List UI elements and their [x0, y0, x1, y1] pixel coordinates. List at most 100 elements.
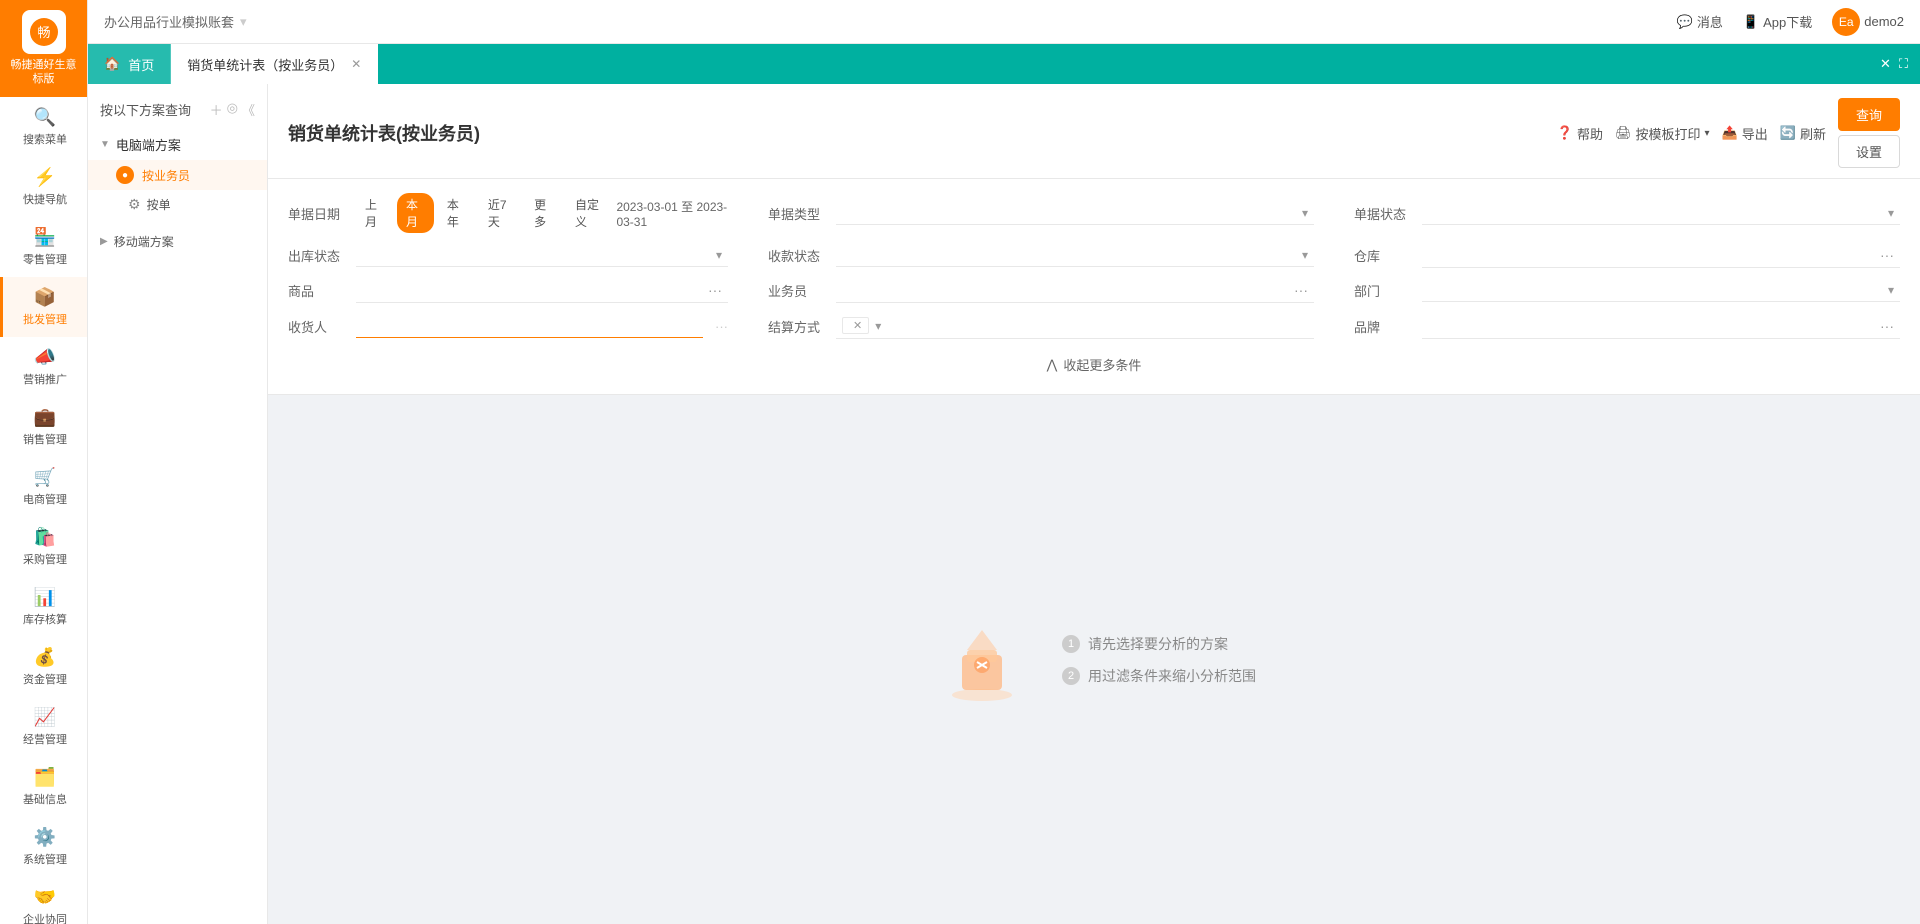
warehouse-select[interactable]: ···: [1422, 243, 1900, 268]
brand-select[interactable]: ···: [1422, 314, 1900, 339]
scheme-item-by-order[interactable]: ⚙ 按单: [88, 190, 267, 219]
desktop-scheme-group: ▼ 电脑端方案 ● 按业务员 ⚙ 按单: [88, 125, 267, 223]
logo-icon: 畅: [22, 10, 66, 54]
export-btn[interactable]: 📤 导出: [1722, 124, 1768, 143]
tab-fullscreen-icon[interactable]: ⛶: [1899, 56, 1908, 72]
outstatus-label: 出库状态: [288, 246, 348, 265]
tab-sales-stat[interactable]: 销货单统计表（按业务员） ✕: [171, 44, 378, 84]
retail-icon: 🏪: [34, 227, 56, 248]
date-btn-more[interactable]: 更多: [525, 193, 562, 233]
main-area: 办公用品行业模拟账套 ▾ 💬 消息 📱 App下载 Ea demo2 🏠 首页 …: [88, 0, 1920, 924]
filter-collectstatus-item: 收款状态 ▾: [768, 244, 1314, 267]
doctype-select[interactable]: ▾: [836, 202, 1314, 225]
brand-dots-icon: ···: [1880, 318, 1894, 334]
filter-goods-item: 商品 ···: [288, 278, 728, 303]
export-icon: 📤: [1722, 125, 1738, 141]
corp-icon: 🤝: [34, 887, 56, 908]
collapse-label: 收起更多条件: [1063, 355, 1141, 374]
collectstatus-label: 收款状态: [768, 246, 828, 265]
purchase-icon: 🛍️: [34, 527, 56, 548]
date-btn-7days[interactable]: 近7天: [479, 193, 521, 233]
sidebar-label-basic: 基础信息: [23, 791, 67, 807]
sidebar-item-operation[interactable]: 📈 经营管理: [0, 697, 87, 757]
collectstatus-select[interactable]: ▾: [836, 244, 1314, 267]
sidebar-item-wholesale[interactable]: 📦 批发管理: [0, 277, 87, 337]
sidebar-item-corp[interactable]: 🤝 企业协同: [0, 877, 87, 924]
breadcrumb-text: 办公用品行业模拟账套: [104, 12, 234, 31]
wholesale-icon: 📦: [34, 287, 56, 308]
close-tab-icon[interactable]: ✕: [351, 57, 361, 71]
goods-dots-icon: ···: [708, 282, 722, 298]
scheme-item-salesman[interactable]: ● 按业务员: [88, 160, 267, 190]
sidebar-label-corp: 企业协同: [23, 911, 67, 924]
logo-text: 畅捷通好生意 标版: [11, 58, 77, 87]
empty-tip-1: 1 请先选择要分析的方案: [1062, 634, 1256, 654]
tab-home[interactable]: 🏠 首页: [88, 44, 171, 84]
user-btn[interactable]: Ea demo2: [1832, 8, 1904, 36]
receiver-input[interactable]: [356, 314, 703, 338]
goods-label: 商品: [288, 281, 348, 300]
salesman-select[interactable]: ···: [836, 278, 1314, 303]
tip2-num: 2: [1062, 667, 1080, 685]
sidebar-label-ecommerce: 电商管理: [23, 491, 67, 507]
goods-select[interactable]: ···: [356, 278, 728, 303]
settle-tag-close[interactable]: ✕: [853, 319, 862, 332]
left-panel: 按以下方案查询 ＋ ◎ 《 ▼ 电脑端方案 ● 按业务员 ⚙ 按单: [88, 84, 268, 924]
sidebar-item-finance[interactable]: 💰 资金管理: [0, 637, 87, 697]
outstatus-chevron-icon: ▾: [716, 248, 722, 262]
marketing-icon: 📣: [34, 347, 56, 368]
tab-expand-area: ✕ ⛶: [1868, 44, 1920, 84]
date-range-text: 2023-03-01 至 2023-03-31: [616, 198, 728, 229]
mobile-scheme-title[interactable]: ▶ 移动端方案: [100, 227, 255, 256]
docstatus-select[interactable]: ▾: [1422, 202, 1900, 225]
doctype-chevron-icon: ▾: [1302, 206, 1308, 220]
sidebar-item-system[interactable]: ⚙️ 系统管理: [0, 817, 87, 877]
settle-chevron-icon: ▾: [875, 319, 881, 333]
breadcrumb: 办公用品行业模拟账套 ▾: [104, 12, 247, 31]
logo-area: 畅 畅捷通好生意 标版: [0, 0, 87, 97]
desktop-scheme-title[interactable]: ▼ 电脑端方案: [88, 129, 267, 160]
sidebar-item-purchase[interactable]: 🛍️ 采购管理: [0, 517, 87, 577]
filter-row-3: 商品 ··· 业务员 ···: [288, 278, 1900, 303]
collapse-arrow-icon: ⋀: [1047, 357, 1058, 373]
message-btn[interactable]: 💬 消息: [1677, 12, 1723, 31]
sidebar-item-marketing[interactable]: 📣 营销推广: [0, 337, 87, 397]
sidebar-item-search[interactable]: 🔍 搜索菜单: [0, 97, 87, 157]
empty-tips: 1 请先选择要分析的方案 2 用过滤条件来缩小分析范围: [1062, 634, 1256, 686]
settings-btn[interactable]: 设置: [1838, 135, 1900, 168]
docstatus-chevron-icon: ▾: [1888, 206, 1894, 220]
content: 按以下方案查询 ＋ ◎ 《 ▼ 电脑端方案 ● 按业务员 ⚙ 按单: [88, 84, 1920, 924]
sidebar-item-sales[interactable]: 💼 销售管理: [0, 397, 87, 457]
refresh-btn[interactable]: 🔄 刷新: [1780, 124, 1826, 143]
scheme-salesman-label: 按业务员: [142, 167, 190, 184]
query-btn[interactable]: 查询: [1838, 98, 1900, 131]
tab-close-all-icon[interactable]: ✕: [1880, 56, 1891, 72]
template-print-btn[interactable]: 🖨 按模板打印 ▾: [1615, 124, 1710, 143]
date-btn-thisyear[interactable]: 本年: [438, 193, 475, 233]
sidebar-item-shortcut[interactable]: ⚡ 快捷导航: [0, 157, 87, 217]
manage-scheme-btn[interactable]: ◎: [227, 100, 238, 119]
collapse-btn[interactable]: ⋀ 收起更多条件: [288, 349, 1900, 380]
settle-select[interactable]: ✕ ▾: [836, 313, 1314, 339]
sidebar-item-inventory[interactable]: 📊 库存核算: [0, 577, 87, 637]
collapse-panel-btn[interactable]: 《: [242, 100, 255, 119]
settle-tag: ✕: [842, 317, 869, 334]
help-btn[interactable]: ❓ 帮助: [1557, 124, 1603, 143]
sidebar-item-basic[interactable]: 🗂️ 基础信息: [0, 757, 87, 817]
date-btn-thismonth[interactable]: 本月: [397, 193, 434, 233]
home-tab-icon: 🏠: [104, 56, 120, 72]
date-btn-custom[interactable]: 自定义: [566, 193, 612, 233]
sales-stat-tab-label: 销货单统计表（按业务员）: [187, 55, 343, 74]
date-label: 单据日期: [288, 204, 348, 223]
filter-brand-item: 品牌 ···: [1354, 314, 1900, 339]
shortcut-icon: ⚡: [34, 167, 56, 188]
outstatus-select[interactable]: ▾: [356, 244, 728, 267]
dept-select[interactable]: ▾: [1422, 279, 1900, 302]
system-icon: ⚙️: [34, 827, 56, 848]
filter-settle-item: 结算方式 ✕ ▾: [768, 313, 1314, 339]
date-btn-lastmonth[interactable]: 上月: [356, 193, 393, 233]
app-download-btn[interactable]: 📱 App下载: [1743, 12, 1812, 31]
sidebar-item-retail[interactable]: 🏪 零售管理: [0, 217, 87, 277]
add-scheme-btn[interactable]: ＋: [210, 100, 223, 119]
sidebar-item-ecommerce[interactable]: 🛒 电商管理: [0, 457, 87, 517]
